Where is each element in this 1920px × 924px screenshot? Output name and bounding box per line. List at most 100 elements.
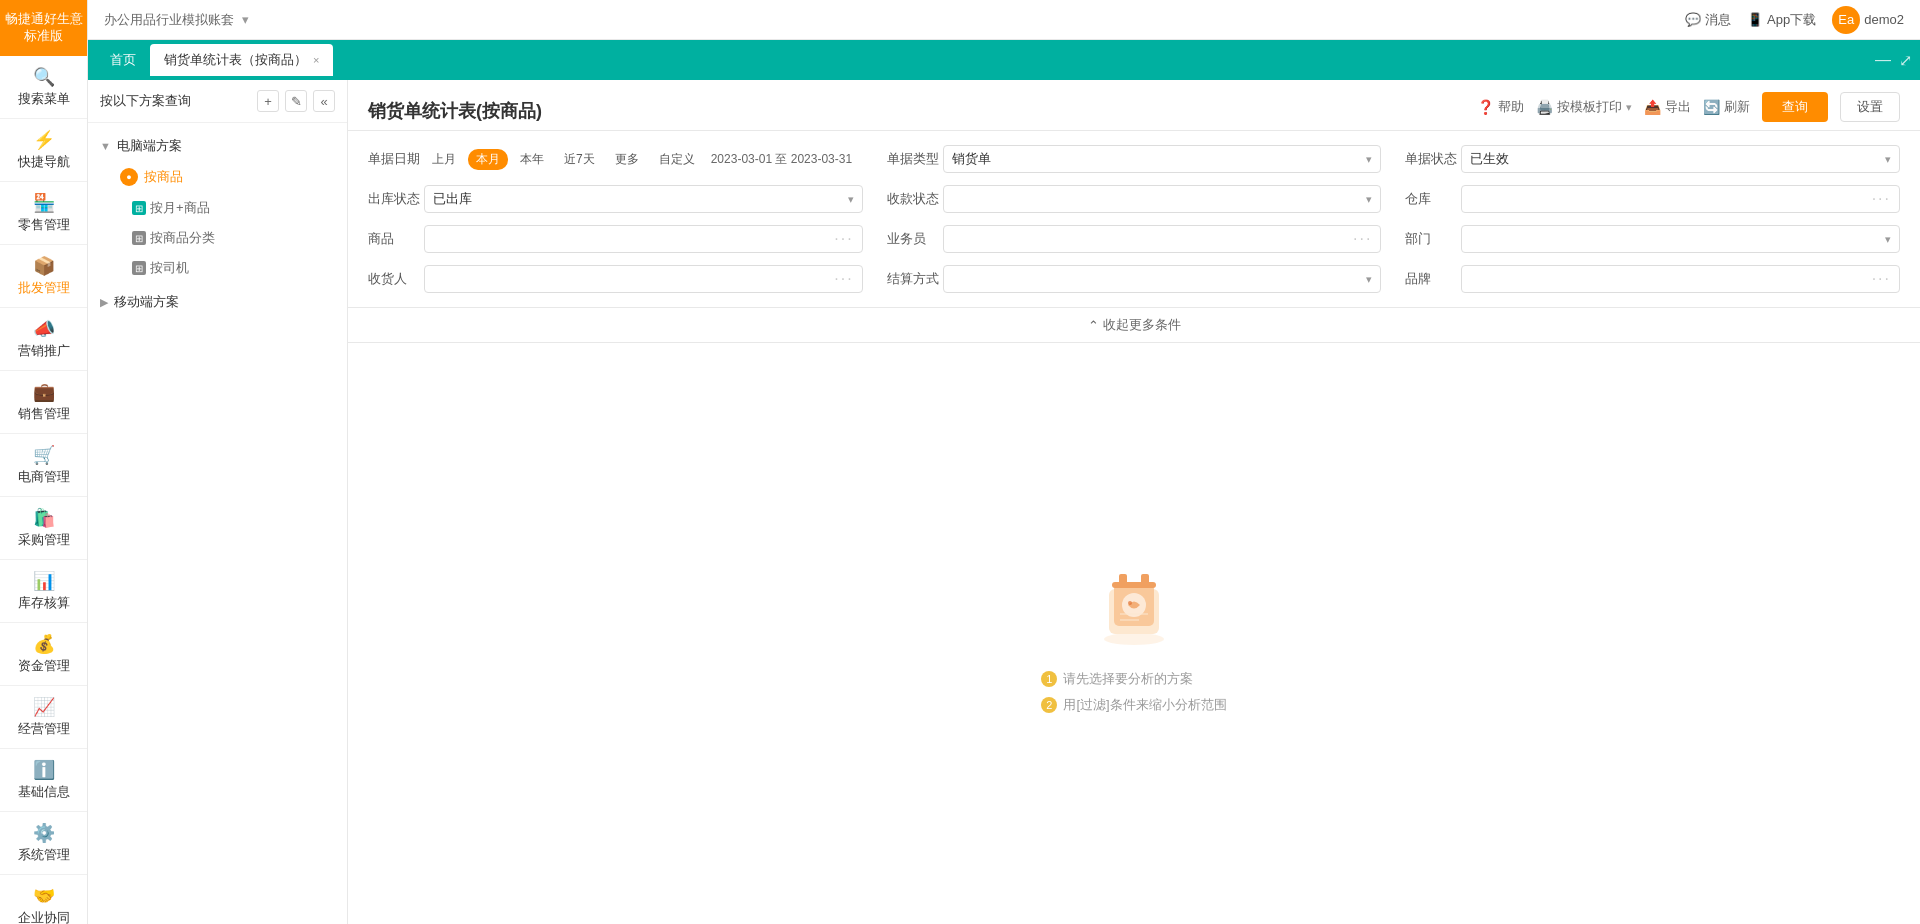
user-action[interactable]: Ea demo2 <box>1832 6 1904 34</box>
receiver-dots: ··· <box>834 270 853 288</box>
svg-rect-7 <box>1141 574 1149 586</box>
print-action[interactable]: 🖨️ 按模板打印 ▾ <box>1536 98 1632 116</box>
active-tab-label: 销货单统计表（按商品） <box>164 51 307 69</box>
scheme-goods-category-icon: ⊞ <box>132 231 146 245</box>
sidebar-item-inventory[interactable]: 📊 库存核算 <box>0 560 87 623</box>
left-panel: 按以下方案查询 + ✎ « ▼ 电脑端方案 <box>88 80 348 924</box>
message-action[interactable]: 💬 消息 <box>1685 11 1731 29</box>
date-this-year[interactable]: 本年 <box>512 149 552 170</box>
tip1-text: 请先选择要分析的方案 <box>1063 670 1193 688</box>
svg-point-0 <box>1104 633 1164 645</box>
collapse-label: 收起更多条件 <box>1103 316 1181 334</box>
empty-tips: 1 请先选择要分析的方案 2 用[过滤]条件来缩小分析范围 <box>1041 670 1226 714</box>
industry-dropdown-arrow[interactable]: ▾ <box>242 12 249 27</box>
sidebar-item-basic-label: 基础信息 <box>4 783 83 801</box>
page-title: 销货单统计表(按商品) <box>368 99 542 123</box>
retail-icon: 🏪 <box>4 192 83 214</box>
industry-label: 办公用品行业模拟账套 <box>104 11 234 29</box>
goods-dots: ··· <box>834 230 853 248</box>
sidebar-item-purchase[interactable]: 🛍️ 采购管理 <box>0 497 87 560</box>
brand-input[interactable]: ··· <box>1461 265 1900 293</box>
page-area: 按以下方案查询 + ✎ « ▼ 电脑端方案 <box>88 80 1920 924</box>
staff-label: 业务员 <box>887 230 943 248</box>
scheme-item-goods-category-label: 按商品分类 <box>150 229 215 247</box>
print-dropdown-icon: ▾ <box>1626 101 1632 114</box>
collectstatus-label: 收款状态 <box>887 190 943 208</box>
content-area: 1 请先选择要分析的方案 2 用[过滤]条件来缩小分析范围 <box>348 343 1920 924</box>
sidebar-item-wholesale-label: 批发管理 <box>4 279 83 297</box>
settings-button[interactable]: 设置 <box>1840 92 1900 122</box>
scheme-item-driver[interactable]: ⊞ 按司机 <box>96 253 347 283</box>
sidebar-item-quicknav[interactable]: ⚡ 快捷导航 <box>0 119 87 182</box>
sidebar-item-enterprise[interactable]: 🤝 企业协同 <box>0 875 87 924</box>
add-scheme-button[interactable]: + <box>257 90 279 112</box>
sidebar-item-search[interactable]: 🔍 搜索菜单 <box>0 56 87 119</box>
staff-input[interactable]: ··· <box>943 225 1382 253</box>
collapse-icon: « <box>320 94 327 109</box>
collapse-bar[interactable]: ⌃ 收起更多条件 <box>348 308 1920 343</box>
avatar: Ea <box>1832 6 1860 34</box>
sidebar-item-system-label: 系统管理 <box>4 846 83 864</box>
goods-input[interactable]: ··· <box>424 225 863 253</box>
sidebar-item-operations[interactable]: 📈 经营管理 <box>0 686 87 749</box>
enterprise-icon: 🤝 <box>4 885 83 907</box>
help-action[interactable]: ❓ 帮助 <box>1477 98 1524 116</box>
help-icon: ❓ <box>1477 99 1494 115</box>
sidebar-item-finance[interactable]: 💰 资金管理 <box>0 623 87 686</box>
scheme-group-mobile-header[interactable]: ▶ 移动端方案 <box>88 287 347 317</box>
doctype-select[interactable]: 销货单 ▾ <box>943 145 1382 173</box>
dept-arrow-icon: ▾ <box>1885 233 1891 246</box>
user-name: demo2 <box>1864 12 1904 27</box>
date-last-month[interactable]: 上月 <box>424 149 464 170</box>
outstatus-select[interactable]: 已出库 ▾ <box>424 185 863 213</box>
refresh-action[interactable]: 🔄 刷新 <box>1703 98 1750 116</box>
receiver-label: 收货人 <box>368 270 424 288</box>
svg-point-4 <box>1128 601 1132 605</box>
tab-close-button[interactable]: × <box>313 54 319 66</box>
date-custom[interactable]: 自定义 <box>651 149 703 170</box>
payment-select[interactable]: ▾ <box>943 265 1382 293</box>
tip2-num: 2 <box>1041 697 1057 713</box>
scheme-group-pc-header[interactable]: ▼ 电脑端方案 <box>88 131 347 161</box>
scheme-item-month-goods[interactable]: ⊞ 按月+商品 <box>96 193 347 223</box>
collapse-panel-button[interactable]: « <box>313 90 335 112</box>
filter-brand-field: 品牌 ··· <box>1405 265 1900 293</box>
query-button[interactable]: 查询 <box>1762 92 1828 122</box>
app-download-action[interactable]: 📱 App下载 <box>1747 11 1816 29</box>
sidebar-item-sales[interactable]: 💼 销售管理 <box>0 371 87 434</box>
sidebar-item-retail[interactable]: 🏪 零售管理 <box>0 182 87 245</box>
scheme-item-goods-category[interactable]: ⊞ 按商品分类 <box>96 223 347 253</box>
ecommerce-icon: 🛒 <box>4 444 83 466</box>
warehouse-input[interactable]: ··· <box>1461 185 1900 213</box>
main-content: 办公用品行业模拟账套 ▾ 💬 消息 📱 App下载 Ea demo2 首页 <box>88 0 1920 924</box>
sidebar-item-ecommerce[interactable]: 🛒 电商管理 <box>0 434 87 497</box>
header-left: 办公用品行业模拟账套 ▾ <box>104 11 249 29</box>
filter-collectstatus-field: 收款状态 ▾ <box>887 185 1382 213</box>
print-icon: 🖨️ <box>1536 99 1553 115</box>
tab-maximize-button[interactable]: ⤢ <box>1899 51 1912 70</box>
export-icon: 📤 <box>1644 99 1661 115</box>
date-control: 上月 本月 本年 近7天 更多 自定义 2023-03-01 至 2023-03… <box>424 149 863 170</box>
dept-select[interactable]: ▾ <box>1461 225 1900 253</box>
date-last-7days[interactable]: 近7天 <box>556 149 603 170</box>
date-this-month[interactable]: 本月 <box>468 149 508 170</box>
refresh-label: 刷新 <box>1724 98 1750 116</box>
filter-outstatus-field: 出库状态 已出库 ▾ <box>368 185 863 213</box>
export-action[interactable]: 📤 导出 <box>1644 98 1691 116</box>
collectstatus-select[interactable]: ▾ <box>943 185 1382 213</box>
collectstatus-arrow-icon: ▾ <box>1366 193 1372 206</box>
sidebar-item-enterprise-label: 企业协同 <box>4 909 83 924</box>
edit-scheme-button[interactable]: ✎ <box>285 90 307 112</box>
tab-active[interactable]: 销货单统计表（按商品） × <box>150 44 333 76</box>
scheme-item-goods[interactable]: ● 按商品 <box>96 161 347 193</box>
tab-minimize-button[interactable]: — <box>1875 51 1891 70</box>
date-more[interactable]: 更多 <box>607 149 647 170</box>
sidebar-item-wholesale[interactable]: 📦 批发管理 <box>0 245 87 308</box>
receiver-input[interactable]: ··· <box>424 265 863 293</box>
docstatus-select[interactable]: 已生效 ▾ <box>1461 145 1900 173</box>
export-label: 导出 <box>1665 98 1691 116</box>
tab-home[interactable]: 首页 <box>96 44 150 76</box>
sidebar-item-basic[interactable]: ℹ️ 基础信息 <box>0 749 87 812</box>
sidebar-item-system[interactable]: ⚙️ 系统管理 <box>0 812 87 875</box>
sidebar-item-marketing[interactable]: 📣 营销推广 <box>0 308 87 371</box>
